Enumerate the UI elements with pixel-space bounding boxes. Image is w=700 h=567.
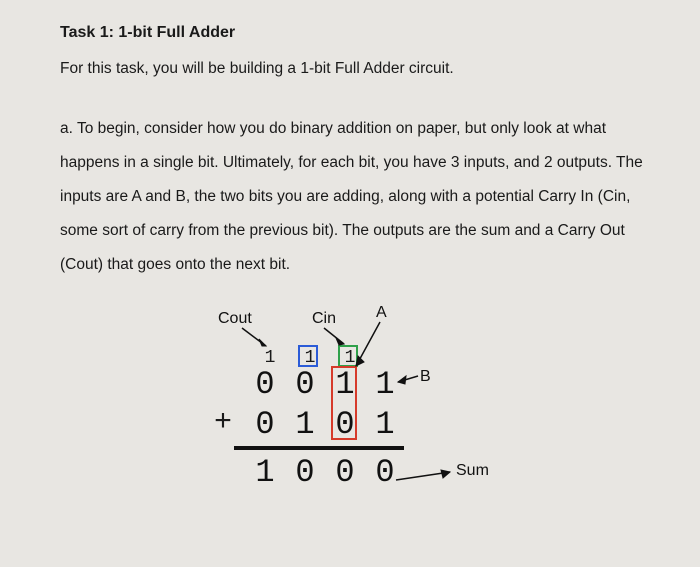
plus-sign: + <box>214 406 232 440</box>
intro-text: For this task, you will be building a 1-… <box>60 60 648 78</box>
operand1-bit0: 0 <box>254 366 276 403</box>
arrow-a <box>352 320 386 370</box>
addition-rule-line <box>234 446 404 450</box>
paragraph-a: a. To begin, consider how you do binary … <box>60 112 648 282</box>
operand2-bit1: 1 <box>294 406 316 443</box>
operand1-bit3: 1 <box>374 366 396 403</box>
label-sum: Sum <box>456 462 489 480</box>
result-bit0: 1 <box>254 454 276 491</box>
arrow-cin <box>322 326 352 348</box>
arrow-cout <box>232 326 272 350</box>
operand1-bit1: 0 <box>294 366 316 403</box>
carry-bit-0: 1 <box>262 348 278 368</box>
result-bit3: 0 <box>374 454 396 491</box>
operand2-bit3: 1 <box>374 406 396 443</box>
operand1-bit2: 1 <box>334 366 356 403</box>
carry-bit-1: 1 <box>302 348 318 368</box>
operand2-bit2: 0 <box>334 406 356 443</box>
result-bit1: 0 <box>294 454 316 491</box>
task-title: Task 1: 1-bit Full Adder <box>60 24 648 42</box>
binary-addition-diagram: Cout Cin A B Sum 1 1 1 0 0 1 1 + 0 1 0 1… <box>154 310 554 520</box>
arrow-b <box>396 372 422 386</box>
result-bit2: 0 <box>334 454 356 491</box>
arrow-sum <box>394 468 456 484</box>
operand2-bit0: 0 <box>254 406 276 443</box>
